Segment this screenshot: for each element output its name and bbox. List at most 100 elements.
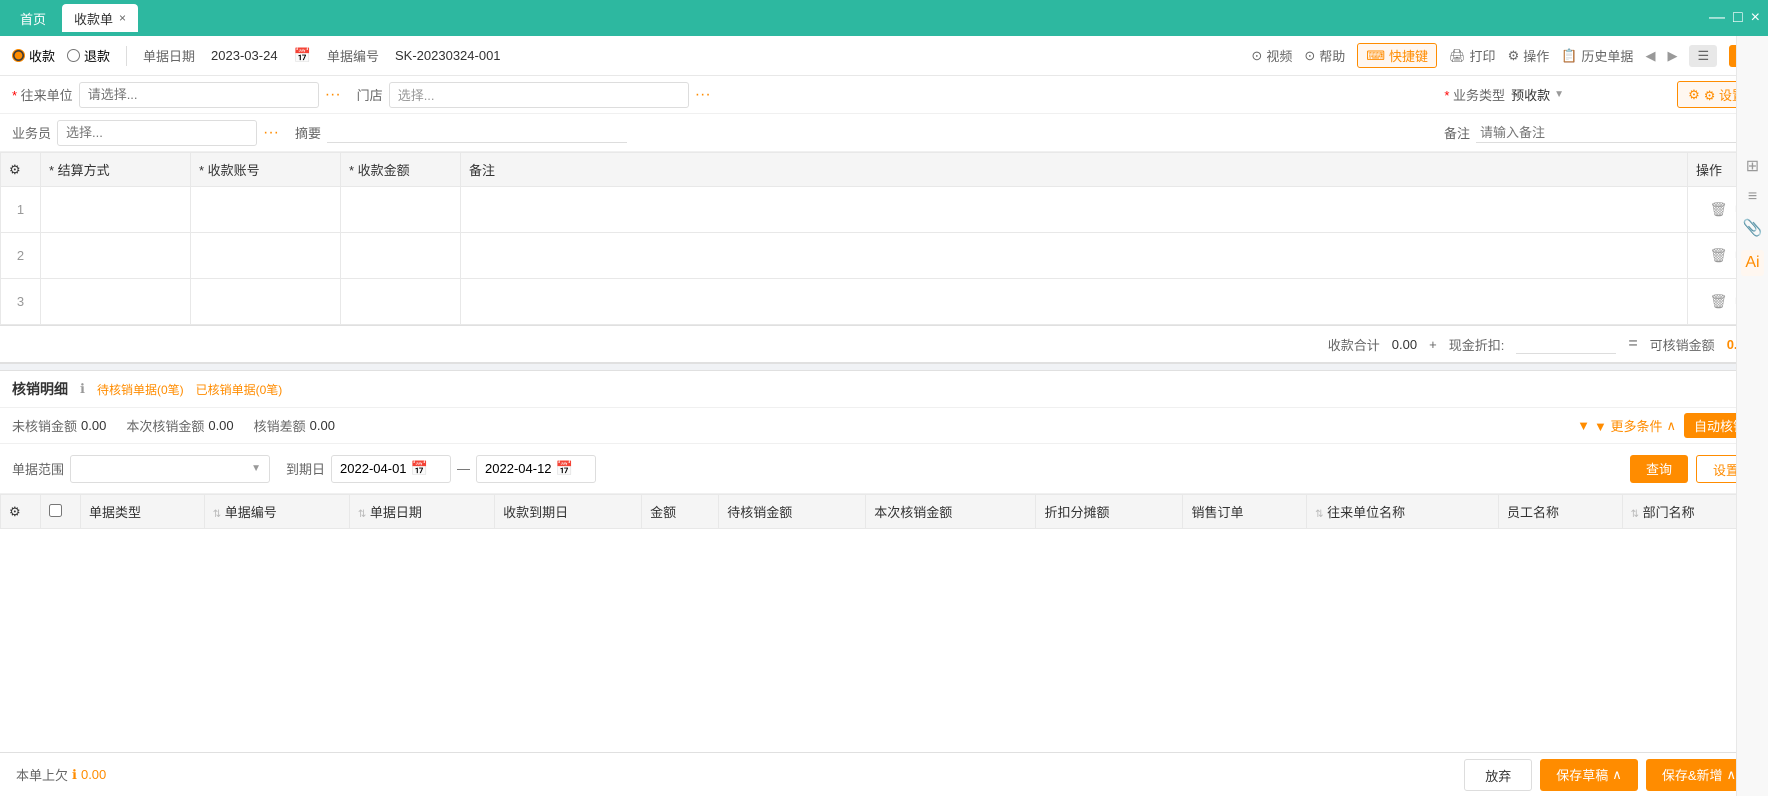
save-draft-label: 保存草稿	[1556, 765, 1608, 784]
th-gear[interactable]: ⚙	[1, 153, 41, 187]
remark-input-2[interactable]	[461, 233, 1687, 278]
th-due: 收款到期日	[495, 495, 642, 529]
history-label: 历史单据	[1581, 46, 1633, 65]
settle-cell-2[interactable]	[41, 233, 191, 279]
settle-input-1[interactable]	[41, 187, 190, 232]
remark-cell-1[interactable]	[461, 187, 1688, 233]
amount-input-1[interactable]	[341, 187, 460, 232]
date-calendar-icon[interactable]: 📅	[294, 47, 311, 64]
query-btn[interactable]: 查询	[1630, 455, 1688, 483]
partner-more-btn[interactable]: ···	[325, 86, 341, 104]
top-nav: 首页 收款单 × — □ ×	[0, 0, 1768, 36]
calendar-from-icon[interactable]: 📅	[411, 460, 428, 477]
amount-cell-3[interactable]	[341, 279, 461, 325]
range-select[interactable]: ▼	[70, 455, 270, 483]
date-to-input[interactable]: 2022-04-12 📅	[476, 455, 596, 483]
nav-prev-icon[interactable]: ◀	[1645, 48, 1655, 64]
remark-input[interactable]	[1476, 123, 1756, 143]
store-more-btn[interactable]: ···	[695, 86, 711, 104]
maximize-icon[interactable]: □	[1733, 9, 1743, 27]
receipt-radio[interactable]: 收款	[12, 46, 55, 65]
th-gear2[interactable]: ⚙	[1, 495, 41, 529]
video-btn[interactable]: ⊙ 视频	[1251, 46, 1292, 65]
sort-icon-dept[interactable]: ⇅	[1631, 509, 1639, 520]
nav-tab-home[interactable]: 首页	[8, 4, 58, 32]
shortcut-label: 快捷键	[1389, 46, 1428, 65]
partner-field: 往来单位 ···	[12, 82, 341, 108]
sidebar-ai-icon[interactable]: Ai	[1741, 250, 1763, 276]
unchecked-value: 0.00	[81, 418, 106, 433]
staff-input[interactable]	[57, 120, 257, 146]
row-num-1: 1	[1, 187, 41, 233]
remark-cell-2[interactable]	[461, 233, 1688, 279]
settle-input-3[interactable]	[41, 279, 190, 324]
toolbar-divider	[126, 46, 127, 66]
operation-btn[interactable]: ⚙ 操作	[1508, 46, 1550, 65]
footer-info-icon[interactable]: ℹ	[72, 767, 77, 783]
receipt-radio-input[interactable]	[12, 49, 25, 62]
partner-input[interactable]	[79, 82, 319, 108]
save-draft-btn[interactable]: 保存草稿 ∧	[1540, 759, 1638, 791]
done-tab[interactable]: 已核销单据(0笔)	[196, 381, 283, 398]
form-row-1: 往来单位 ··· 门店 选择... ··· 业务类型 预收款 ▼ ⚙ ⚙ 设置	[0, 76, 1768, 114]
summary-input[interactable]	[327, 123, 627, 143]
refund-radio-input[interactable]	[67, 49, 80, 62]
verify-info-icon[interactable]: ℹ	[80, 381, 85, 397]
business-type-field: 业务类型 预收款 ▼ ⚙ ⚙ 设置	[1444, 81, 1756, 108]
amount-cell-1[interactable]	[341, 187, 461, 233]
settle-input-2[interactable]	[41, 233, 190, 278]
account-input-1[interactable]	[191, 187, 340, 232]
delete-icon-3[interactable]: 🗑	[1710, 293, 1728, 310]
th-dept-label: 部门名称	[1643, 505, 1695, 520]
delete-icon-2[interactable]: 🗑	[1710, 247, 1728, 264]
business-type-select[interactable]: 预收款 ▼	[1511, 85, 1671, 104]
nav-next-icon[interactable]: ▶	[1667, 48, 1677, 64]
sort-icon-date[interactable]: ⇅	[358, 509, 366, 520]
help-btn[interactable]: ⊙ 帮助	[1304, 46, 1345, 65]
account-input-3[interactable]	[191, 279, 340, 324]
settle-cell-3[interactable]	[41, 279, 191, 325]
close-tab-icon[interactable]: ×	[119, 11, 126, 25]
form-row-2: 业务员 ··· 摘要 备注	[0, 114, 1768, 152]
sort-icon-partner[interactable]: ⇅	[1315, 509, 1323, 520]
amount-cell-2[interactable]	[341, 233, 461, 279]
amount-input-3[interactable]	[341, 279, 460, 324]
save-new-label: 保存&新增	[1662, 765, 1723, 784]
sidebar-list-icon[interactable]: ≡	[1748, 188, 1757, 206]
minimize-icon[interactable]: —	[1709, 9, 1725, 27]
account-cell-3[interactable]	[191, 279, 341, 325]
nav-tab-current[interactable]: 收款单 ×	[62, 4, 138, 32]
this-order-label: 本单上欠	[16, 765, 68, 784]
delete-icon-1[interactable]: 🗑	[1710, 201, 1728, 218]
remark-input-1[interactable]	[461, 187, 1687, 232]
abandon-btn[interactable]: 放弃	[1464, 759, 1532, 791]
date-from-input[interactable]: 2022-04-01 📅	[331, 455, 451, 483]
remark-cell-3[interactable]	[461, 279, 1688, 325]
close-window-icon[interactable]: ×	[1751, 9, 1760, 27]
business-type-arrow: ▼	[1554, 89, 1564, 100]
refund-radio[interactable]: 退款	[67, 46, 110, 65]
store-select[interactable]: 选择...	[389, 82, 689, 108]
pending-tab[interactable]: 待核销单据(0笔)	[97, 381, 184, 398]
select-all-checkbox[interactable]	[49, 504, 62, 517]
account-input-2[interactable]	[191, 233, 340, 278]
calendar-to-icon[interactable]: 📅	[556, 460, 573, 477]
amount-input-2[interactable]	[341, 233, 460, 278]
shortcut-btn[interactable]: ⌨ 快捷键	[1357, 43, 1437, 68]
history-btn[interactable]: 📋 历史单据	[1561, 46, 1633, 65]
sidebar-attach-icon[interactable]: 📎	[1743, 218, 1763, 238]
account-cell-1[interactable]	[191, 187, 341, 233]
account-cell-2[interactable]	[191, 233, 341, 279]
remark-input-3[interactable]	[461, 279, 1687, 324]
sidebar-table-icon[interactable]: ⊞	[1746, 156, 1759, 176]
settle-cell-1[interactable]	[41, 187, 191, 233]
filter-more-btn[interactable]: ▼ ▼ 更多条件 ∧	[1577, 416, 1676, 435]
staff-more-btn[interactable]: ···	[263, 124, 279, 142]
list-view-icon[interactable]: ☰	[1689, 45, 1717, 67]
staff-label: 业务员	[12, 123, 51, 142]
th-check[interactable]	[41, 495, 81, 529]
th-settle: * 结算方式	[41, 153, 191, 187]
sort-icon-number[interactable]: ⇅	[213, 509, 221, 520]
print-btn[interactable]: 🖨 打印	[1449, 46, 1496, 65]
discount-input[interactable]	[1516, 334, 1616, 354]
